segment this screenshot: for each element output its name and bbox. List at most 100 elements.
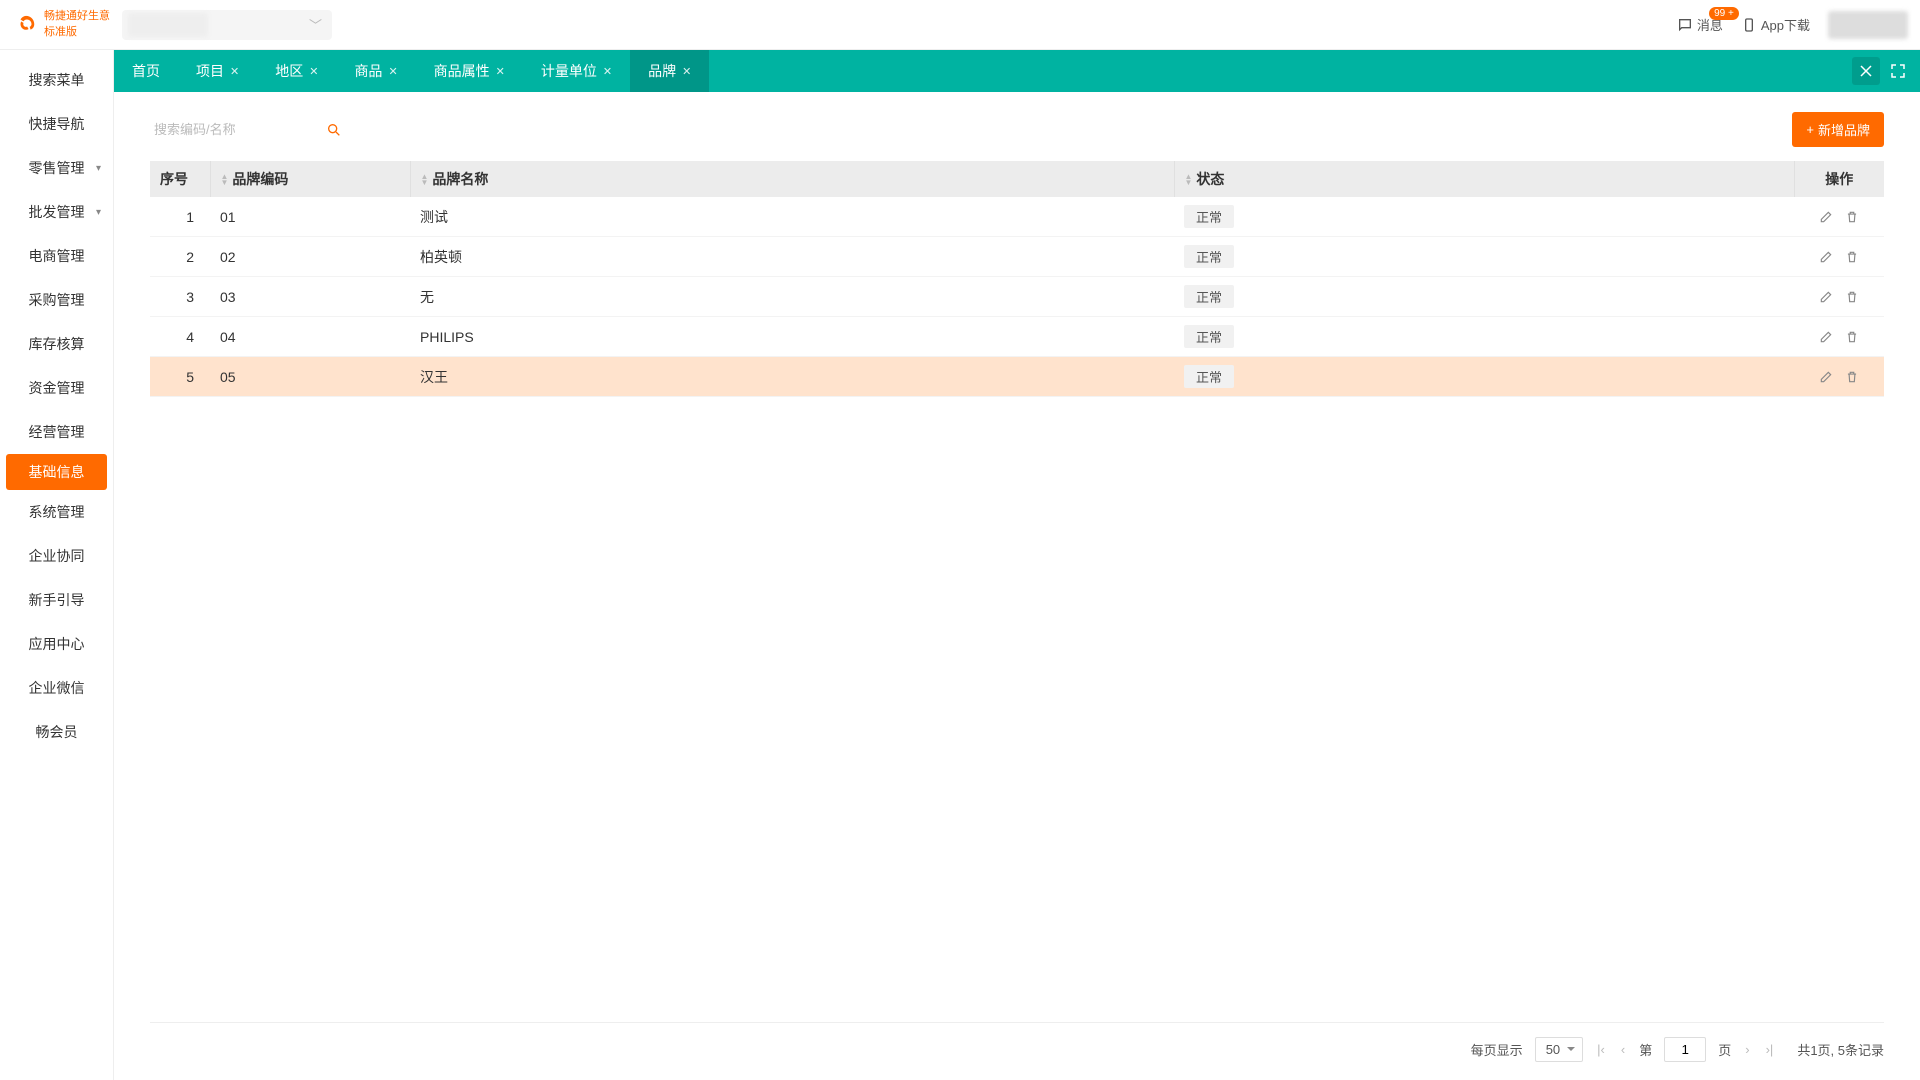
app-download-button[interactable]: App下载 [1741,15,1810,34]
last-page-button[interactable]: ›| [1764,1042,1776,1057]
sidebar-item[interactable]: 快捷导航 [0,102,113,146]
tab-label: 商品属性 [434,61,490,81]
page-size-select[interactable]: 50 [1535,1037,1583,1062]
tab-close-icon[interactable]: ✕ [603,65,612,78]
tab[interactable]: 品牌✕ [630,50,709,92]
edit-button[interactable] [1819,330,1833,344]
pagination-footer: 每页显示 50 |‹ ‹ 第 页 › ›| 共1页, 5条记录 [150,1022,1884,1080]
sidebar-item-label: 新手引导 [29,590,85,610]
sidebar-item-label: 系统管理 [29,502,85,522]
tab[interactable]: 首页 [114,50,178,92]
cell-ops [1794,357,1884,397]
tab-close-icon[interactable]: ✕ [230,65,239,78]
trash-icon [1845,330,1859,344]
next-page-button[interactable]: › [1743,1042,1751,1057]
cell-status: 正常 [1174,357,1794,397]
sidebar-item[interactable]: 畅会员 [0,710,113,754]
page-suffix: 页 [1718,1040,1731,1059]
sidebar-item[interactable]: 基础信息 [6,454,107,490]
tab-close-icon[interactable]: ✕ [496,65,505,78]
table-row[interactable]: 505汉王正常 [150,357,1884,397]
user-avatar-blurred[interactable] [1828,11,1908,39]
sidebar-item[interactable]: 批发管理▾ [0,190,113,234]
sidebar-item[interactable]: 企业微信 [0,666,113,710]
cell-index: 5 [150,357,210,397]
close-tabs-button[interactable] [1852,57,1880,85]
status-tag: 正常 [1184,205,1234,228]
content-area: + 新增品牌 序号 ▲▼品牌编码 ▲▼品牌名称 ▲▼状态 操作 101测试正常2… [114,92,1920,1080]
tab-label: 首页 [132,61,160,81]
tab[interactable]: 商品 ✕ [336,50,415,92]
edit-icon [1819,370,1833,384]
col-header-ops: 操作 [1794,161,1884,197]
search-input[interactable] [150,116,320,144]
tab[interactable]: 计量单位 ✕ [523,50,630,92]
tab[interactable]: 商品属性 ✕ [416,50,523,92]
cell-index: 2 [150,237,210,277]
cell-status: 正常 [1174,237,1794,277]
delete-button[interactable] [1845,210,1859,224]
tab[interactable]: 项目✕ [178,50,257,92]
add-brand-button[interactable]: + 新增品牌 [1792,112,1884,147]
cell-index: 4 [150,317,210,357]
fullscreen-icon [1891,64,1905,78]
delete-button[interactable] [1845,290,1859,304]
tab-label: 商品 [354,61,382,81]
cell-code: 01 [210,197,410,237]
top-header: 畅捷通好生意 标准版 ﹀ 消息 99 + App下载 [0,0,1920,50]
tab-close-icon[interactable]: ✕ [388,65,397,78]
sidebar-item-label: 经营管理 [29,422,85,442]
table-row[interactable]: 202柏英顿正常 [150,237,1884,277]
search-wrap [150,116,342,144]
page-input[interactable] [1664,1037,1706,1062]
sidebar-item-label: 资金管理 [29,378,85,398]
search-icon [326,122,342,138]
sidebar-item[interactable]: 电商管理 [0,234,113,278]
sidebar-item[interactable]: 经营管理 [0,410,113,454]
edit-icon [1819,330,1833,344]
sidebar-item[interactable]: 应用中心 [0,622,113,666]
edit-button[interactable] [1819,210,1833,224]
trash-icon [1845,290,1859,304]
col-header-status[interactable]: ▲▼状态 [1174,161,1794,197]
sidebar-item[interactable]: 库存核算 [0,322,113,366]
edit-button[interactable] [1819,290,1833,304]
delete-button[interactable] [1845,250,1859,264]
logo-icon [12,11,40,39]
search-button[interactable] [326,122,342,138]
cell-code: 04 [210,317,410,357]
edit-button[interactable] [1819,370,1833,384]
brand-table: 序号 ▲▼品牌编码 ▲▼品牌名称 ▲▼状态 操作 101测试正常202柏英顿正常… [150,161,1884,397]
sidebar-item-label: 电商管理 [29,246,85,266]
sidebar-item[interactable]: 系统管理 [0,490,113,534]
delete-button[interactable] [1845,330,1859,344]
table-row[interactable]: 303无正常 [150,277,1884,317]
table-row[interactable]: 404PHILIPS正常 [150,317,1884,357]
tab-close-icon[interactable]: ✕ [682,65,691,78]
page-prefix: 第 [1639,1040,1652,1059]
tab-close-icon[interactable]: ✕ [309,65,318,78]
sidebar-item[interactable]: 企业协同 [0,534,113,578]
sidebar-item[interactable]: 零售管理▾ [0,146,113,190]
cell-status: 正常 [1174,277,1794,317]
table-row[interactable]: 101测试正常 [150,197,1884,237]
sidebar-item[interactable]: 采购管理 [0,278,113,322]
org-selector[interactable]: ﹀ [122,10,332,40]
sidebar-item[interactable]: 新手引导 [0,578,113,622]
edit-button[interactable] [1819,250,1833,264]
tab[interactable]: 地区✕ [257,50,336,92]
col-header-index[interactable]: 序号 [150,161,210,197]
sidebar-item[interactable]: 搜索菜单 [0,58,113,102]
status-tag: 正常 [1184,365,1234,388]
col-header-name[interactable]: ▲▼品牌名称 [410,161,1174,197]
delete-button[interactable] [1845,370,1859,384]
per-page-label: 每页显示 [1471,1040,1523,1059]
first-page-button[interactable]: |‹ [1595,1042,1607,1057]
col-header-code[interactable]: ▲▼品牌编码 [210,161,410,197]
messages-button[interactable]: 消息 99 + [1677,15,1723,34]
sidebar-item[interactable]: 资金管理 [0,366,113,410]
prev-page-button[interactable]: ‹ [1619,1042,1627,1057]
edit-icon [1819,250,1833,264]
fullscreen-button[interactable] [1884,57,1912,85]
tab-label: 计量单位 [541,61,597,81]
